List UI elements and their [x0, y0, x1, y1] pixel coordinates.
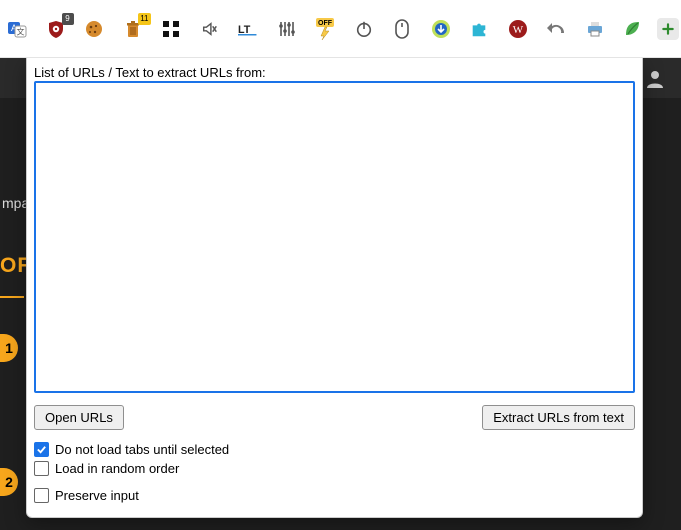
- bg-step-2: 2: [0, 468, 18, 496]
- languagetool-icon[interactable]: LT: [237, 18, 259, 40]
- apps-icon[interactable]: [160, 18, 182, 40]
- power-icon[interactable]: [353, 18, 375, 40]
- wikipedia-icon[interactable]: W: [507, 18, 529, 40]
- trash-badge: 11: [138, 13, 150, 25]
- undo-icon[interactable]: [545, 18, 567, 40]
- cookie-icon[interactable]: [83, 18, 105, 40]
- puzzle-icon[interactable]: [468, 18, 490, 40]
- button-row: Open URLs Extract URLs from text: [34, 405, 635, 430]
- option-no-load-label: Do not load tabs until selected: [55, 442, 229, 457]
- option-preserve[interactable]: Preserve input: [34, 488, 635, 503]
- option-random-label: Load in random order: [55, 461, 179, 476]
- option-preserve-label: Preserve input: [55, 488, 139, 503]
- leaf-icon[interactable]: [622, 18, 644, 40]
- toolbar-inner: A文 9 11 LT OFF: [2, 18, 681, 40]
- extract-urls-button[interactable]: Extract URLs from text: [482, 405, 635, 430]
- bg-partial-text-1: mpa: [0, 195, 29, 211]
- translate-icon[interactable]: A文: [6, 18, 28, 40]
- svg-text:OFF: OFF: [318, 20, 333, 27]
- mouse-icon[interactable]: [391, 18, 413, 40]
- equalizer-icon[interactable]: [276, 18, 298, 40]
- svg-text:W: W: [512, 24, 523, 36]
- browser-extension-toolbar: A文 9 11 LT OFF: [0, 0, 681, 58]
- checkbox-preserve[interactable]: [34, 488, 49, 503]
- option-no-load[interactable]: Do not load tabs until selected: [34, 442, 635, 457]
- open-urls-plus-icon[interactable]: [657, 18, 679, 40]
- off-badge-icon[interactable]: OFF: [314, 18, 336, 40]
- bg-step-1: 1: [0, 334, 18, 362]
- open-urls-button[interactable]: Open URLs: [34, 405, 124, 430]
- print-icon[interactable]: [584, 18, 606, 40]
- option-random[interactable]: Load in random order: [34, 461, 635, 476]
- extension-popup: List of URLs / Text to extract URLs from…: [26, 58, 643, 518]
- bg-orange-rule: [0, 296, 24, 298]
- download-icon[interactable]: [430, 18, 452, 40]
- svg-text:文: 文: [17, 26, 25, 36]
- trash-icon[interactable]: 11: [122, 18, 144, 40]
- checkbox-no-load[interactable]: [34, 442, 49, 457]
- checkbox-random[interactable]: [34, 461, 49, 476]
- ublock-icon[interactable]: 9: [45, 18, 67, 40]
- mute-icon[interactable]: [199, 18, 221, 40]
- options-group: Do not load tabs until selected Load in …: [34, 442, 635, 507]
- url-list-textarea[interactable]: [34, 81, 635, 393]
- ublock-badge: 9: [62, 13, 74, 25]
- url-list-label: List of URLs / Text to extract URLs from…: [34, 65, 635, 80]
- avatar-icon[interactable]: [645, 68, 665, 88]
